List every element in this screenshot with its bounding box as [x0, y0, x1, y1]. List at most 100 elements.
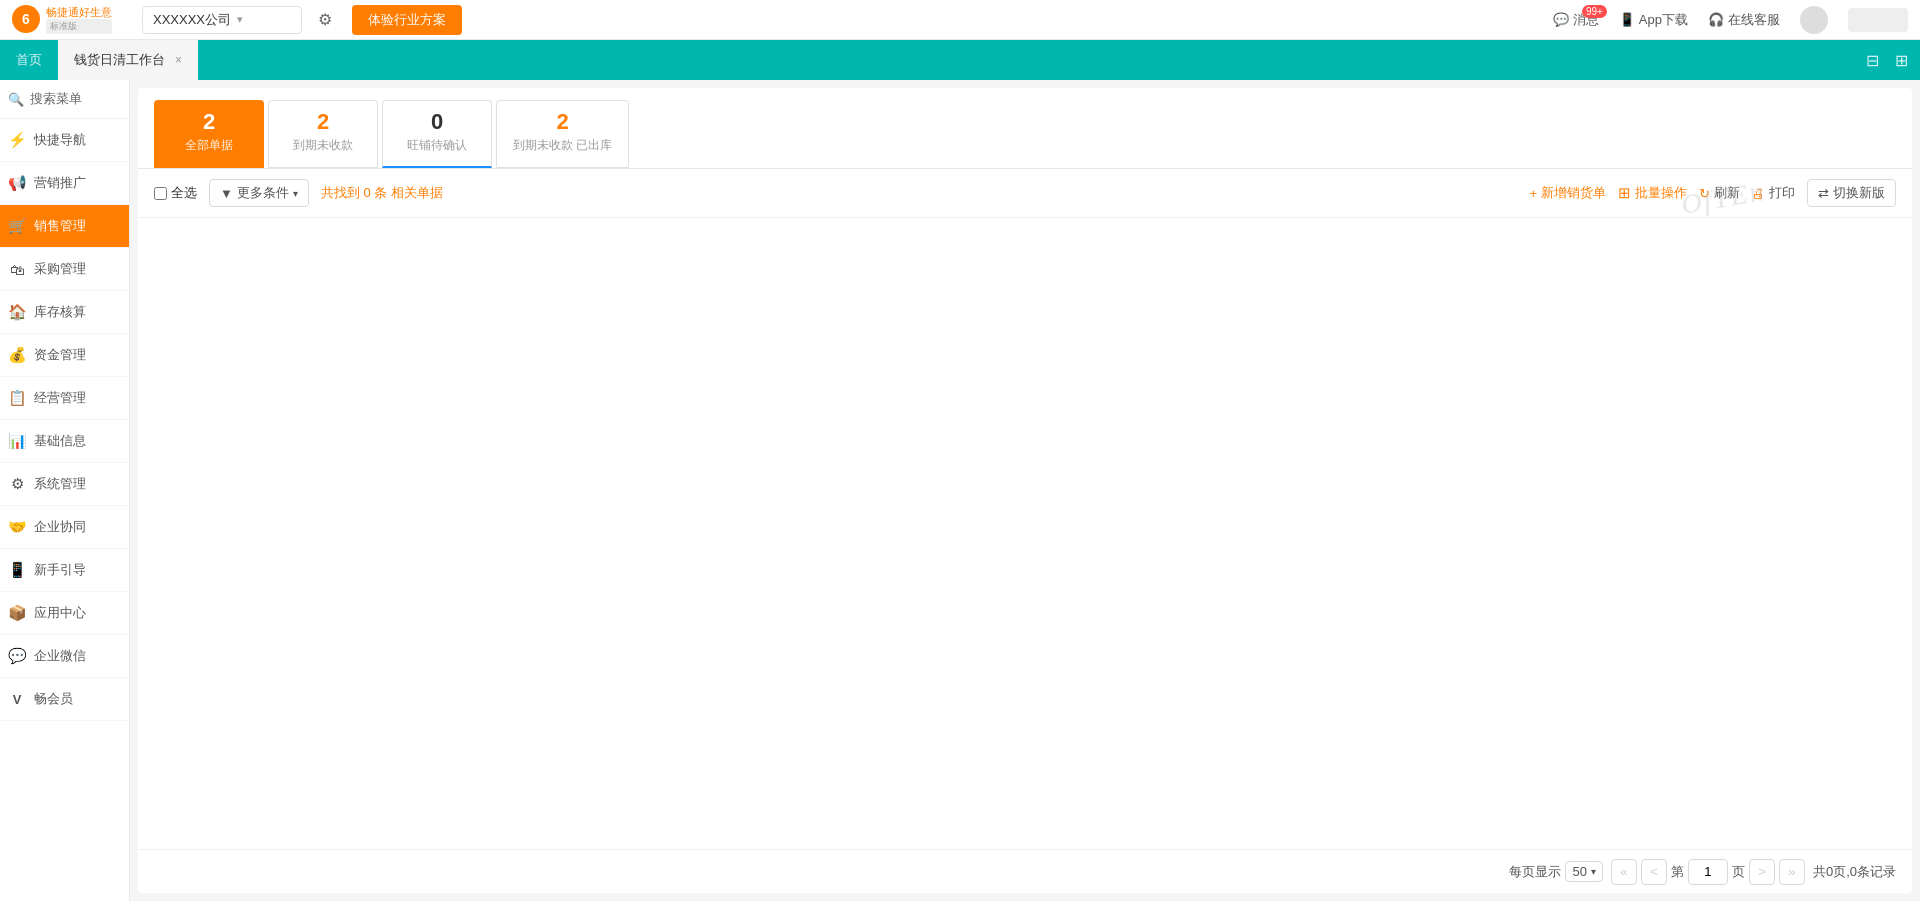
all-checkbox-input[interactable] [154, 187, 167, 200]
sidebar-item-label: 采购管理 [34, 260, 86, 278]
online-service-btn[interactable]: 🎧 在线客服 [1708, 11, 1780, 29]
avatar[interactable] [1800, 6, 1828, 34]
message-icon: 💬 [1553, 12, 1569, 27]
refresh-label: 刷新 [1714, 184, 1740, 202]
found-unit: 条 [374, 185, 387, 200]
tab-minimize-icon[interactable]: ⊟ [1862, 47, 1883, 74]
print-button[interactable]: 🖨 打印 [1752, 184, 1795, 202]
finance-icon: 💰 [8, 346, 26, 364]
next-page-icon: > [1758, 864, 1766, 879]
sidebar-item-system[interactable]: ⚙ 系统管理 [0, 463, 129, 506]
online-service-label: 在线客服 [1728, 11, 1780, 29]
sidebar-item-purchase[interactable]: 🛍 采购管理 [0, 248, 129, 291]
top-right: 💬 消息 99+ 📱 App下载 🎧 在线客服 [1553, 6, 1908, 34]
sidebar-item-member[interactable]: V 畅会员 [0, 678, 129, 721]
chevron-down-icon: ▾ [293, 188, 298, 199]
prev-page-icon: < [1650, 864, 1658, 879]
app-download-btn[interactable]: 📱 App下载 [1619, 11, 1688, 29]
stat-tab-all[interactable]: 2 全部单据 [154, 100, 264, 168]
page-number-input[interactable] [1688, 859, 1728, 885]
top-bar: 6 畅捷通好生意 标准版 XXXXXX公司 ▾ ⚙ 体验行业方案 💬 消息 99… [0, 0, 1920, 40]
sidebar-item-operations[interactable]: 📋 经营管理 [0, 377, 129, 420]
stat-tab-pending[interactable]: 0 旺铺待确认 [382, 100, 492, 168]
logo-badge: 标准版 [46, 19, 112, 34]
sidebar-item-sales[interactable]: 🛒 销售管理 [0, 205, 129, 248]
per-page-select[interactable]: 50 ▾ [1565, 861, 1602, 882]
company-name: XXXXXX公司 [153, 11, 231, 29]
toolbar: 全选 ▼ 更多条件 ▾ 共找到 0 条 相关单据 + 新增销货单 [138, 169, 1912, 218]
sidebar-item-label: 库存核算 [34, 303, 86, 321]
tab-close-icon[interactable]: × [175, 53, 182, 67]
gear-icon: ⚙ [318, 10, 332, 29]
user-name[interactable] [1848, 8, 1908, 32]
switch-new-button[interactable]: ⇄ 切换新版 [1807, 179, 1896, 207]
last-page-icon: » [1788, 864, 1795, 879]
tab-expand-icon[interactable]: ⊞ [1891, 47, 1912, 74]
sidebar-item-label: 基础信息 [34, 432, 86, 450]
settings-icon-btn[interactable]: ⚙ [310, 5, 340, 35]
sidebar-item-label: 应用中心 [34, 604, 86, 622]
tab-home[interactable]: 首页 [0, 40, 58, 80]
page-suffix: 页 [1732, 863, 1745, 881]
sidebar-item-weixin[interactable]: 💬 企业微信 [0, 635, 129, 678]
stat-tab-overdue[interactable]: 2 到期未收款 [268, 100, 378, 168]
logo-text: 畅捷通好生意 [46, 5, 112, 19]
page-navigation: « < 第 页 > » [1611, 859, 1805, 885]
sidebar-item-quick-nav[interactable]: ⚡ 快捷导航 [0, 119, 129, 162]
print-icon: 🖨 [1752, 186, 1765, 201]
sidebar-item-guide[interactable]: 📱 新手引导 [0, 549, 129, 592]
sidebar-item-base-info[interactable]: 📊 基础信息 [0, 420, 129, 463]
sidebar-item-cooperation[interactable]: 🤝 企业协同 [0, 506, 129, 549]
stat-tab-overdue-out[interactable]: 2 到期未收款 已出库 [496, 100, 629, 168]
operations-icon: 📋 [8, 389, 26, 407]
logo-area: 6 畅捷通好生意 标准版 [12, 5, 142, 34]
filter-button[interactable]: ▼ 更多条件 ▾ [209, 179, 309, 207]
headset-icon: 🎧 [1708, 12, 1724, 27]
prev-page-button[interactable]: < [1641, 859, 1667, 885]
add-sale-button[interactable]: + 新增销货单 [1529, 184, 1606, 202]
first-page-icon: « [1620, 864, 1627, 879]
tab-bar-actions: ⊟ ⊞ [1862, 40, 1920, 80]
base-info-icon: 📊 [8, 432, 26, 450]
select-all-checkbox[interactable]: 全选 [154, 184, 197, 202]
search-label: 搜索菜单 [30, 90, 82, 108]
add-label: 新增销货单 [1541, 184, 1606, 202]
first-page-button[interactable]: « [1611, 859, 1637, 885]
marketing-icon: 📢 [8, 174, 26, 192]
related-label: 相关单据 [391, 185, 443, 200]
print-label: 打印 [1769, 184, 1795, 202]
found-count: 共找到 0 条 相关单据 [321, 184, 443, 202]
trial-button[interactable]: 体验行业方案 [352, 5, 462, 35]
refresh-button[interactable]: ↻ 刷新 [1699, 184, 1740, 202]
last-page-button[interactable]: » [1779, 859, 1805, 885]
tab-bar: 首页 钱货日清工作台 × ⊟ ⊞ [0, 40, 1920, 80]
sidebar-item-finance[interactable]: 💰 资金管理 [0, 334, 129, 377]
quick-nav-icon: ⚡ [8, 131, 26, 149]
batch-operate-button[interactable]: ⊞ 批量操作 [1618, 184, 1687, 202]
refresh-icon: ↻ [1699, 186, 1710, 201]
system-icon: ⚙ [8, 475, 26, 493]
sidebar-item-marketing[interactable]: 📢 营销推广 [0, 162, 129, 205]
sidebar-item-label: 企业协同 [34, 518, 86, 536]
page-label: 第 [1671, 863, 1684, 881]
cooperation-icon: 🤝 [8, 518, 26, 536]
tab-active-label: 钱货日清工作台 [74, 51, 165, 69]
per-page-chevron: ▾ [1591, 866, 1596, 877]
sidebar-item-label: 快捷导航 [34, 131, 86, 149]
batch-label: 批量操作 [1635, 184, 1687, 202]
table-area [138, 218, 1912, 849]
stat-overdue-num: 2 [285, 109, 361, 135]
stat-pending-label: 旺铺待确认 [399, 137, 475, 154]
stat-pending-num: 0 [399, 109, 475, 135]
inventory-icon: 🏠 [8, 303, 26, 321]
tab-home-label: 首页 [16, 51, 42, 69]
sidebar-item-app-center[interactable]: 📦 应用中心 [0, 592, 129, 635]
company-selector[interactable]: XXXXXX公司 ▾ [142, 6, 302, 34]
message-btn[interactable]: 💬 消息 99+ [1553, 11, 1599, 29]
sidebar-item-inventory[interactable]: 🏠 库存核算 [0, 291, 129, 334]
next-page-button[interactable]: > [1749, 859, 1775, 885]
sidebar-search[interactable]: 🔍 搜索菜单 [0, 80, 129, 119]
sidebar-item-label: 系统管理 [34, 475, 86, 493]
page-size-selector: 每页显示 50 ▾ [1509, 861, 1602, 882]
tab-active[interactable]: 钱货日清工作台 × [58, 40, 198, 80]
